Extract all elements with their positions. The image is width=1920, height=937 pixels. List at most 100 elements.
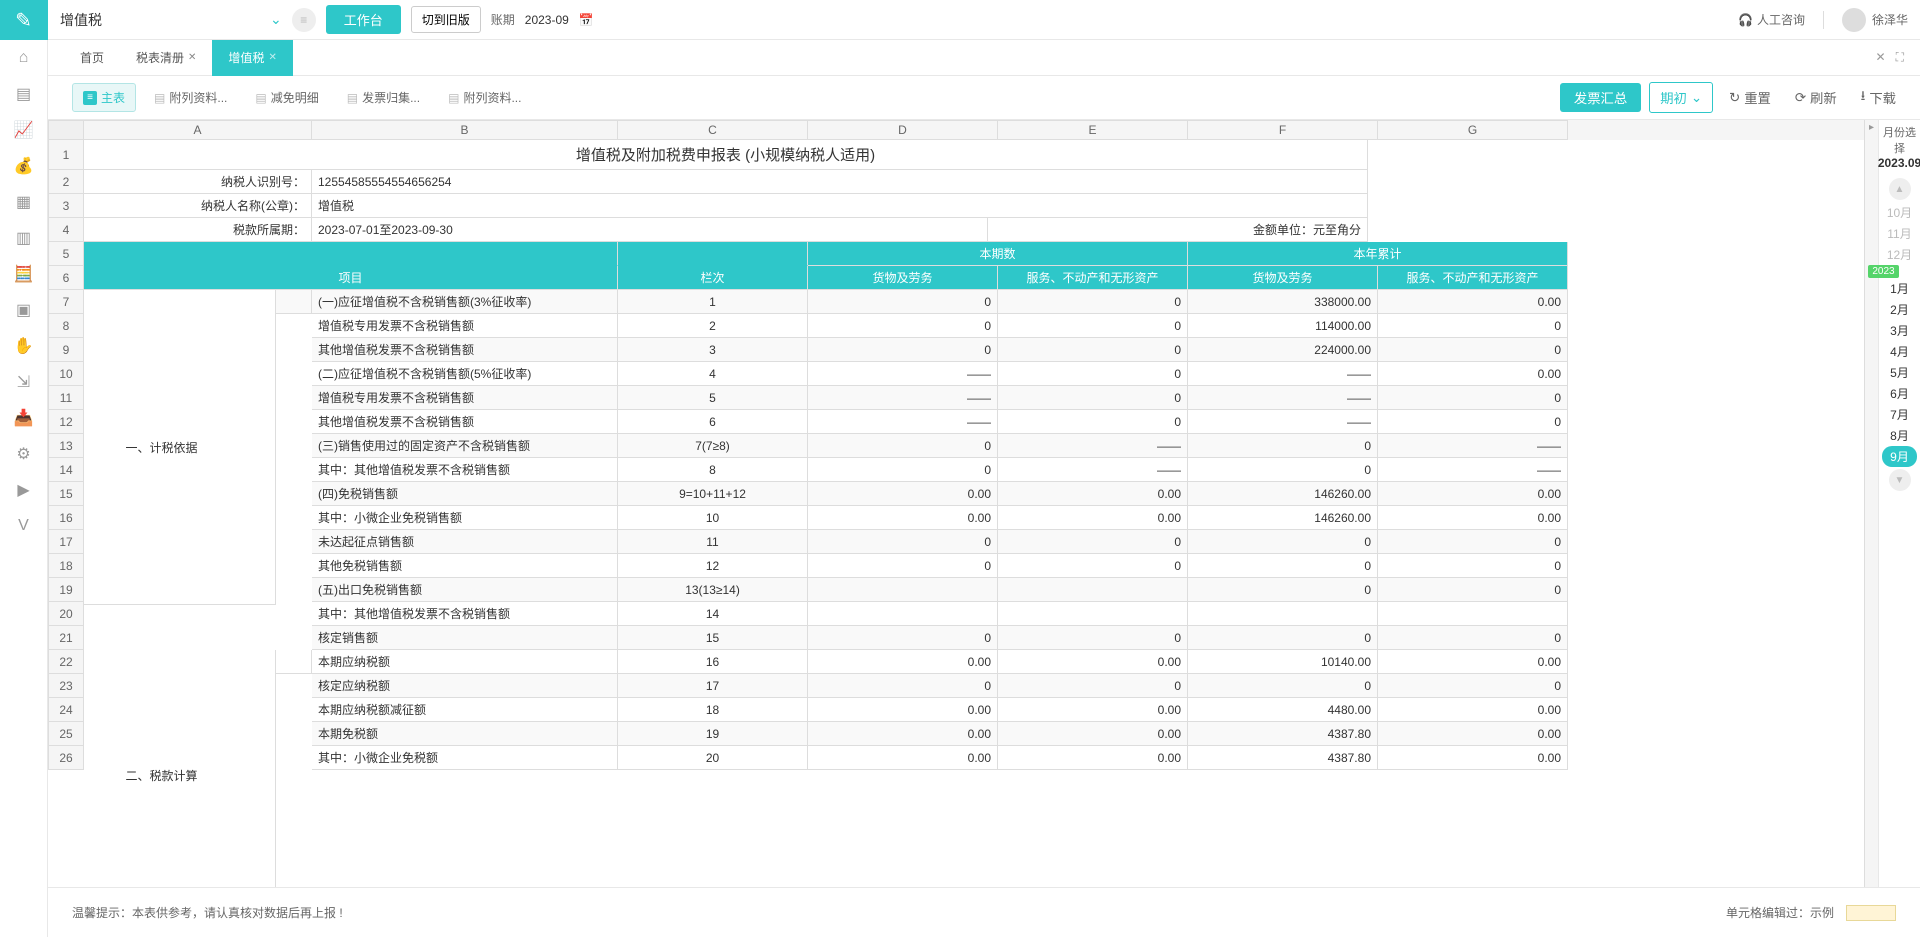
nav-stamp-icon[interactable]: ▣: [0, 292, 48, 328]
month-item[interactable]: 8月: [1886, 425, 1913, 446]
value-cell[interactable]: 0.00: [1378, 698, 1568, 722]
item-cell[interactable]: (三)销售使用过的固定资产不含税销售额: [312, 434, 618, 458]
subtab[interactable]: ▤减免明细: [245, 84, 328, 111]
value-cell[interactable]: 0.00: [998, 506, 1188, 530]
sheet-title[interactable]: 增值税及附加税费申报表 (小规模纳税人适用): [84, 140, 1368, 170]
item-cell[interactable]: 本期应纳税额减征额: [312, 698, 618, 722]
col-cell[interactable]: 8: [618, 458, 808, 482]
col-header[interactable]: C: [618, 120, 808, 140]
value-cell[interactable]: 0: [1188, 458, 1378, 482]
period-value[interactable]: 2023-09: [525, 13, 569, 27]
row-header[interactable]: 24: [48, 698, 84, 722]
value-cell[interactable]: ——: [808, 362, 998, 386]
nav-money-icon[interactable]: 💰: [0, 148, 48, 184]
refresh-button[interactable]: ⟳刷新: [1787, 83, 1845, 112]
col-header[interactable]: G: [1378, 120, 1568, 140]
item-cell[interactable]: (二)应征增值税不含税销售额(5%征收率): [312, 362, 618, 386]
col-header[interactable]: B: [312, 120, 618, 140]
reset-button[interactable]: ↻重置: [1721, 83, 1779, 112]
user-menu[interactable]: 徐泽华: [1842, 8, 1908, 32]
value-cell[interactable]: 0: [1188, 626, 1378, 650]
item-cell[interactable]: 其中：其他增值税发票不含税销售额: [312, 602, 618, 626]
col-cell[interactable]: 3: [618, 338, 808, 362]
value-cell[interactable]: 0: [808, 290, 998, 314]
row-header[interactable]: 8: [48, 314, 84, 338]
value-cell[interactable]: 0: [1188, 674, 1378, 698]
row-header[interactable]: 18: [48, 554, 84, 578]
col-cell[interactable]: 9=10+11+12: [618, 482, 808, 506]
value-cell[interactable]: 10140.00: [1188, 650, 1378, 674]
info-icon[interactable]: ≡: [292, 8, 316, 32]
value-cell[interactable]: 0: [998, 530, 1188, 554]
row-header[interactable]: 19: [48, 578, 84, 602]
item-cell[interactable]: 其中：小微企业免税销售额: [312, 506, 618, 530]
col-cell[interactable]: 17: [618, 674, 808, 698]
unit-label[interactable]: 金额单位：元至角分: [988, 218, 1368, 242]
subtab[interactable]: ▤发票归集...: [337, 84, 430, 111]
row-header[interactable]: 26: [48, 746, 84, 770]
row-header[interactable]: 11: [48, 386, 84, 410]
col-cell[interactable]: 6: [618, 410, 808, 434]
value-cell[interactable]: ——: [1188, 386, 1378, 410]
tax-period[interactable]: 2023-07-01至2023-09-30: [312, 218, 988, 242]
value-cell[interactable]: 114000.00: [1188, 314, 1378, 338]
workbench-button[interactable]: 工作台: [326, 5, 401, 34]
value-cell[interactable]: 0.00: [1378, 482, 1568, 506]
nav-chart-icon[interactable]: 📈: [0, 112, 48, 148]
item-cell[interactable]: 增值税专用发票不含税销售额: [312, 386, 618, 410]
value-cell[interactable]: 4480.00: [1188, 698, 1378, 722]
value-cell[interactable]: 0: [1378, 578, 1568, 602]
value-cell[interactable]: 0: [808, 338, 998, 362]
value-cell[interactable]: [998, 578, 1188, 602]
value-cell[interactable]: 0.00: [808, 650, 998, 674]
value-cell[interactable]: 0.00: [1378, 746, 1568, 770]
value-cell[interactable]: 0: [1378, 386, 1568, 410]
close-icon[interactable]: ✕: [188, 52, 196, 63]
taxpayer-id-label[interactable]: 纳税人识别号：: [84, 170, 312, 194]
company-selector[interactable]: 增值税: [60, 10, 260, 30]
col-cell[interactable]: 10: [618, 506, 808, 530]
value-cell[interactable]: [1188, 602, 1378, 626]
nav-calc-icon[interactable]: 🧮: [0, 256, 48, 292]
nav-inbox-icon[interactable]: 📥: [0, 400, 48, 436]
nav-export-icon[interactable]: ⇲: [0, 364, 48, 400]
value-cell[interactable]: 0: [808, 530, 998, 554]
period-init-button[interactable]: 期初 ⌄: [1649, 82, 1713, 113]
value-cell[interactable]: 0: [808, 674, 998, 698]
taxpayer-id[interactable]: 12554585554554656254: [312, 170, 1368, 194]
item-cell[interactable]: 核定应纳税额: [312, 674, 618, 698]
month-item[interactable]: 1月: [1886, 278, 1913, 299]
value-cell[interactable]: [808, 578, 998, 602]
value-cell[interactable]: 0: [1378, 674, 1568, 698]
tab-税表清册[interactable]: 税表清册✕: [120, 40, 212, 76]
nav-report-icon[interactable]: ▥: [0, 220, 48, 256]
value-cell[interactable]: 0: [1378, 554, 1568, 578]
row-header[interactable]: 10: [48, 362, 84, 386]
nav-doc-icon[interactable]: ▤: [0, 76, 48, 112]
item-cell[interactable]: (一)应征增值税不含税销售额(3%征收率): [312, 290, 618, 314]
value-cell[interactable]: 0: [998, 338, 1188, 362]
value-cell[interactable]: 0.00: [998, 650, 1188, 674]
value-cell[interactable]: 0: [1188, 554, 1378, 578]
fullscreen-icon[interactable]: ⛶: [1896, 50, 1904, 65]
value-cell[interactable]: 0: [1378, 530, 1568, 554]
month-item[interactable]: 3月: [1886, 320, 1913, 341]
value-cell[interactable]: 0.00: [1378, 290, 1568, 314]
col-cell[interactable]: 12: [618, 554, 808, 578]
row-header[interactable]: 17: [48, 530, 84, 554]
subtab-main[interactable]: 主表: [72, 83, 136, 112]
col-cell[interactable]: 7(7≥8): [618, 434, 808, 458]
value-cell[interactable]: 0: [808, 554, 998, 578]
value-cell[interactable]: 0: [1378, 314, 1568, 338]
value-cell[interactable]: [1378, 602, 1568, 626]
item-cell[interactable]: 其中：其他增值税发票不含税销售额: [312, 458, 618, 482]
value-cell[interactable]: 0: [998, 290, 1188, 314]
value-cell[interactable]: 0.00: [808, 746, 998, 770]
row-header[interactable]: 15: [48, 482, 84, 506]
item-cell[interactable]: 未达起征点销售额: [312, 530, 618, 554]
month-item[interactable]: 6月: [1886, 383, 1913, 404]
value-cell[interactable]: ——: [1188, 362, 1378, 386]
col-cell[interactable]: 11: [618, 530, 808, 554]
value-cell[interactable]: ——: [808, 386, 998, 410]
col-cell[interactable]: 4: [618, 362, 808, 386]
